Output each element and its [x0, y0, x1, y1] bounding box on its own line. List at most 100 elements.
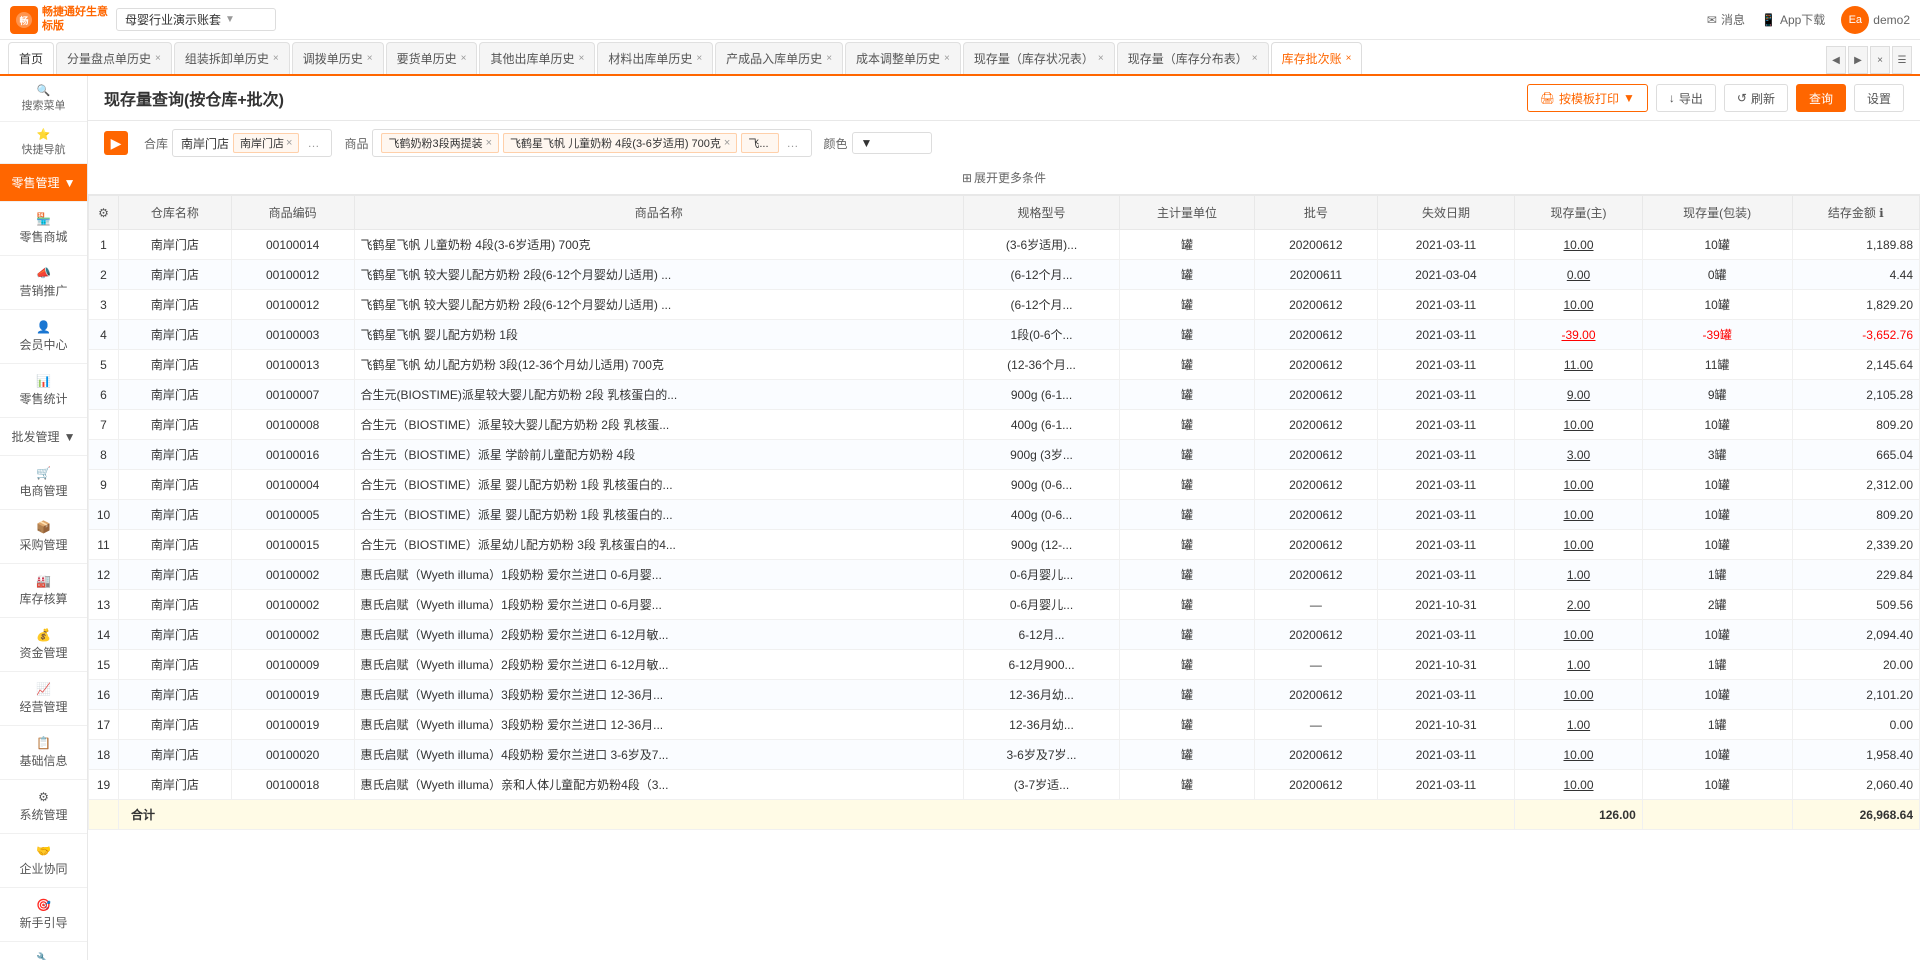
query-button[interactable]: 查询 [1796, 84, 1846, 112]
tab-next-button[interactable]: ▶ [1848, 46, 1868, 74]
row-qty[interactable]: 10.00 [1515, 470, 1643, 500]
close-icon[interactable]: × [1098, 53, 1104, 64]
row-qty[interactable]: 10.00 [1515, 500, 1643, 530]
product-tag-2[interactable]: 飞鹤星飞帆 儿童奶粉 4段(3-6岁适用) 700克 × [503, 133, 737, 153]
tab-prev-button[interactable]: ◀ [1826, 46, 1846, 74]
close-icon[interactable]: × [286, 137, 292, 149]
close-icon[interactable]: × [696, 53, 702, 64]
settings-button[interactable]: 设置 [1854, 84, 1904, 112]
row-qty[interactable]: 10.00 [1515, 680, 1643, 710]
tab-material-out[interactable]: 材料出库单历史 × [597, 42, 713, 74]
tab-close-button[interactable]: × [1870, 46, 1890, 74]
close-icon[interactable]: × [486, 137, 492, 149]
sidebar-item-ecommerce[interactable]: 🛒 电商管理 [0, 456, 87, 510]
sidebar-item-retail-stats[interactable]: 📊 零售统计 [0, 364, 87, 418]
row-expire: 2021-03-11 [1377, 530, 1515, 560]
close-icon[interactable]: × [155, 53, 161, 64]
user-profile[interactable]: Ea demo2 [1841, 6, 1910, 34]
row-qty[interactable]: 2.00 [1515, 590, 1643, 620]
tab-other-out[interactable]: 其他出库单历史 × [479, 42, 595, 74]
warehouse-tag-badge[interactable]: 南岸门店 × [233, 133, 299, 153]
print-button[interactable]: 🖨 按模板打印 ▼ [1527, 84, 1648, 112]
row-qty[interactable]: 10.00 [1515, 740, 1643, 770]
industry-selector[interactable]: 母婴行业演示账套 ▼ [116, 8, 276, 31]
close-icon[interactable]: × [461, 53, 467, 64]
row-qty[interactable]: 10.00 [1515, 620, 1643, 650]
row-qty[interactable]: 9.00 [1515, 380, 1643, 410]
table-row: 15 南岸门店 00100009 惠氏启赋（Wyeth illuma）2段奶粉 … [89, 650, 1920, 680]
close-icon[interactable]: × [944, 53, 950, 64]
color-filter-value[interactable]: ▼ [852, 132, 932, 154]
sidebar-item-sys-mgmt[interactable]: ⚙ 系统管理 [0, 780, 87, 834]
product-tag-1[interactable]: 飞鹤奶粉3段两提装 × [381, 133, 499, 153]
close-icon[interactable]: × [578, 53, 584, 64]
footer-empty [89, 800, 119, 830]
sidebar-item-inventory[interactable]: 🏭 库存核算 [0, 564, 87, 618]
product-filter-value[interactable]: 飞鹤奶粉3段两提装 × 飞鹤星飞帆 儿童奶粉 4段(3-6岁适用) 700克 ×… [372, 129, 811, 157]
close-icon[interactable]: × [1252, 53, 1258, 64]
close-icon[interactable]: × [724, 137, 730, 149]
row-qty[interactable]: 11.00 [1515, 350, 1643, 380]
tab-product-in[interactable]: 产成品入库单历史 × [715, 42, 843, 74]
sidebar-item-purchase[interactable]: 📦 采购管理 [0, 510, 87, 564]
sidebar-item-batch-mgmt[interactable]: 批发管理 ▼ [0, 418, 87, 456]
sidebar-item-app-center[interactable]: 🔧 应用中心 [0, 942, 87, 960]
sidebar-item-retail-mall[interactable]: 🏪 零售商城 [0, 202, 87, 256]
row-qty[interactable]: 10.00 [1515, 530, 1643, 560]
row-no: 17 [89, 710, 119, 740]
row-qty[interactable]: 10.00 [1515, 290, 1643, 320]
export-button[interactable]: ↓ 导出 [1656, 84, 1716, 112]
row-code: 00100009 [231, 650, 354, 680]
row-qty[interactable]: -39.00 [1515, 320, 1643, 350]
app-download-button[interactable]: 📱 App下载 [1761, 11, 1825, 28]
filter-expand-left-button[interactable]: ▶ [104, 131, 128, 155]
row-qty[interactable]: 0.00 [1515, 260, 1643, 290]
tab-yao-huo[interactable]: 要货单历史 × [386, 42, 478, 74]
close-icon[interactable]: × [273, 53, 279, 64]
chevron-down-icon: ▼ [861, 136, 873, 150]
tab-fenpan-history[interactable]: 分量盘点单历史 × [56, 42, 172, 74]
warehouse-filter-value[interactable]: 南岸门店 南岸门店 × … [172, 129, 332, 157]
tab-inventory-dist[interactable]: 现存量（库存分布表） × [1117, 42, 1269, 74]
row-code: 00100012 [231, 290, 354, 320]
sidebar-item-new-guide[interactable]: 🎯 新手引导 [0, 888, 87, 942]
row-qty[interactable]: 10.00 [1515, 230, 1643, 260]
message-button[interactable]: ✉ 消息 [1707, 11, 1745, 28]
row-qty[interactable]: 1.00 [1515, 560, 1643, 590]
refresh-button[interactable]: ↺ 刷新 [1724, 84, 1788, 112]
tab-cost-adjust[interactable]: 成本调整单历史 × [845, 42, 961, 74]
row-qty[interactable]: 1.00 [1515, 710, 1643, 740]
expand-more-button[interactable]: ⊞ 展开更多条件 [962, 169, 1046, 186]
tab-home[interactable]: 首页 [8, 42, 54, 74]
sidebar-item-member[interactable]: 👤 会员中心 [0, 310, 87, 364]
product-tag-3[interactable]: 飞... [741, 133, 778, 153]
row-qty[interactable]: 1.00 [1515, 650, 1643, 680]
sidebar-item-finance[interactable]: 💰 资金管理 [0, 618, 87, 672]
row-unit: 罐 [1119, 440, 1254, 470]
sidebar-item-enterprise[interactable]: 🤝 企业协同 [0, 834, 87, 888]
warehouse-filter: 合库 南岸门店 南岸门店 × … [144, 129, 332, 157]
tab-menu-button[interactable]: ☰ [1892, 46, 1912, 74]
filter-dots: … [307, 136, 319, 150]
sidebar-quick-nav[interactable]: ⭐ 快捷导航 [0, 122, 87, 164]
sidebar-item-basic-info[interactable]: 📋 基础信息 [0, 726, 87, 780]
sidebar-item-retail-mgmt[interactable]: 零售管理 ▼ [0, 164, 87, 202]
col-settings[interactable]: ⚙ [89, 196, 119, 230]
close-icon[interactable]: × [1346, 53, 1352, 64]
sidebar-item-marketing[interactable]: 📣 营销推广 [0, 256, 87, 310]
close-icon[interactable]: × [826, 53, 832, 64]
tab-tiao-bo[interactable]: 调拨单历史 × [292, 42, 384, 74]
row-amount: 0.00 [1792, 710, 1919, 740]
sidebar-item-operations[interactable]: 📈 经营管理 [0, 672, 87, 726]
tab-zuchai-history[interactable]: 组装拆卸单历史 × [174, 42, 290, 74]
row-qty[interactable]: 10.00 [1515, 770, 1643, 800]
tab-inventory-status[interactable]: 现存量（库存状况表） × [963, 42, 1115, 74]
sidebar-search-button[interactable]: 🔍 搜索菜单 [0, 76, 87, 122]
close-icon[interactable]: × [367, 53, 373, 64]
row-batch: 20200612 [1254, 470, 1377, 500]
tab-label: 组装拆卸单历史 [185, 50, 269, 67]
tab-label: 现存量（库存分布表） [1128, 50, 1248, 67]
tab-warehouse-batch[interactable]: 库存批次账 × [1271, 42, 1363, 74]
row-qty[interactable]: 10.00 [1515, 410, 1643, 440]
row-qty[interactable]: 3.00 [1515, 440, 1643, 470]
